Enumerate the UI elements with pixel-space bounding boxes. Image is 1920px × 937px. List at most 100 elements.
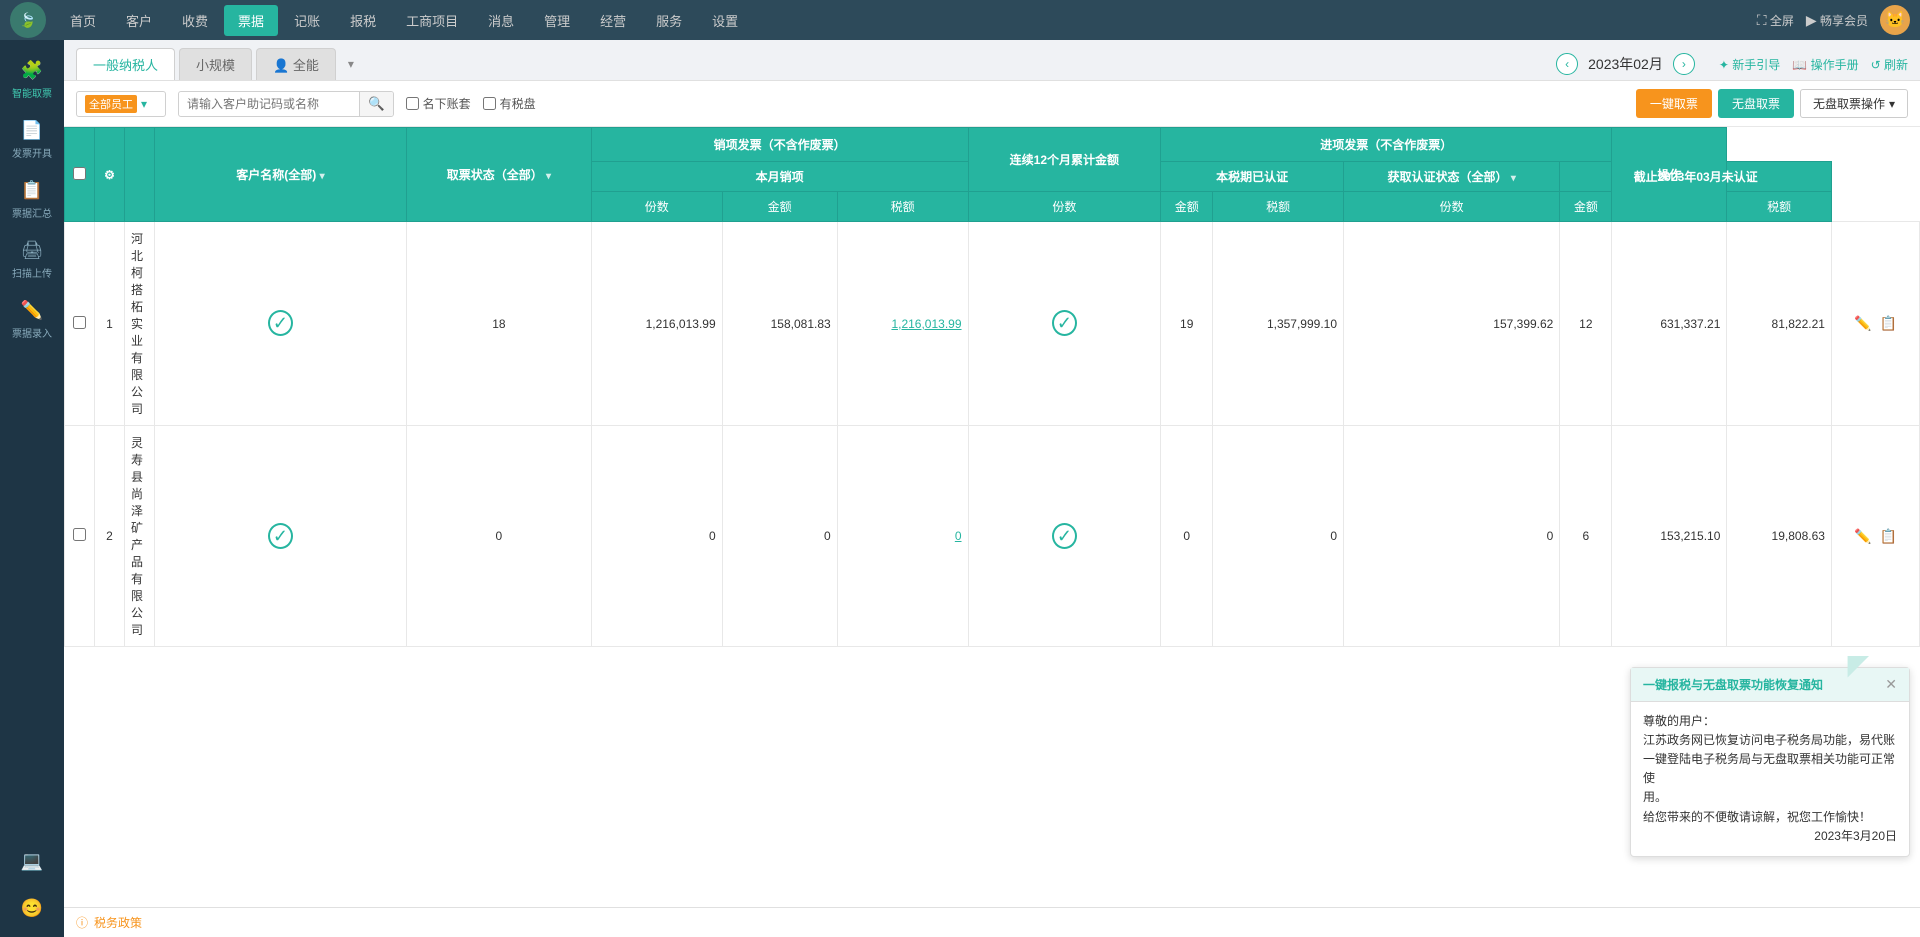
- new-guide-link[interactable]: ✦ 新手引导: [1719, 56, 1780, 73]
- nav-tax[interactable]: 报税: [336, 5, 390, 36]
- manual-icon: 📖: [1792, 58, 1807, 72]
- row-checkbox-1[interactable]: [65, 426, 95, 647]
- row-month-count-0: 18: [406, 222, 591, 426]
- notification-wing: ◤: [1847, 648, 1869, 681]
- check-account-label: 名下账套: [423, 95, 471, 112]
- detail-icon-0[interactable]: 📋: [1879, 315, 1896, 332]
- nav-customer[interactable]: 客户: [112, 5, 166, 36]
- next-month-btn[interactable]: ›: [1673, 53, 1695, 75]
- prev-month-btn[interactable]: ‹: [1556, 53, 1578, 75]
- nav-bookkeeping[interactable]: 记账: [280, 5, 334, 36]
- th-amount3: 金额: [1560, 192, 1612, 222]
- summary-icon: 📋: [21, 180, 43, 201]
- tab-general-taxpayer[interactable]: 一般纳税人: [76, 48, 175, 80]
- edit-icon-0[interactable]: ✏️: [1854, 315, 1871, 332]
- row-customer-0: 河北柯搭柘实业有限公司: [125, 222, 155, 426]
- nav-manage[interactable]: 管理: [530, 5, 584, 36]
- th-checkbox: [65, 128, 95, 222]
- edit-icon-1[interactable]: ✏️: [1854, 528, 1871, 545]
- invoice-open-icon: 📄: [21, 120, 43, 141]
- search-input[interactable]: [179, 93, 359, 115]
- tax-policy-icon: ⓘ: [76, 914, 88, 931]
- avatar[interactable]: 🐱: [1880, 5, 1910, 35]
- nav-service[interactable]: 服务: [642, 5, 696, 36]
- cert-check-icon: ✓: [1052, 310, 1077, 336]
- sidebar: 🧩 智能取票 📄 发票开具 📋 票据汇总 🖨 扫描上传 ✏️ 票据录入 💻 😊: [0, 40, 64, 937]
- row-cert-tax-1: 0: [1344, 426, 1560, 647]
- row-customer-1: 灵寿县尚泽矿产品有限公司: [125, 426, 155, 647]
- no-disk-btn[interactable]: 无盘取票: [1718, 89, 1794, 118]
- tax-policy-link[interactable]: 税务政策: [94, 914, 142, 931]
- tab-all-icon: 👤: [273, 58, 289, 73]
- check-account-group: 名下账套: [406, 95, 471, 112]
- select-all-checkbox[interactable]: [73, 167, 86, 180]
- row-month-count-1: 0: [406, 426, 591, 647]
- notification-title: 一键报税与无盘取票功能恢复通知: [1643, 676, 1823, 693]
- invoice-table: ⚙ 客户名称(全部) ▾ 取票状态（全部） ▾ 销项发票（不含作废票） 连续12…: [64, 127, 1920, 647]
- row-status-0: ✓: [155, 222, 407, 426]
- sidebar-item-invoice-open[interactable]: 📄 发票开具: [0, 110, 64, 170]
- refresh-icon: ↺: [1871, 58, 1881, 72]
- employee-select[interactable]: 全部员工 ▾: [76, 91, 166, 117]
- detail-icon-1[interactable]: 📋: [1879, 528, 1896, 545]
- notification-line1: 尊敬的用户：: [1643, 712, 1897, 731]
- row-uncert-amount-0: 631,337.21: [1612, 222, 1727, 426]
- nav-right-actions: ⛶ 全屏 ▶ 畅享会员 🐱: [1757, 5, 1910, 35]
- sidebar-item-summary[interactable]: 📋 票据汇总: [0, 170, 64, 230]
- tab-more-btn[interactable]: ▾: [340, 51, 362, 77]
- manual-link[interactable]: 📖 操作手册: [1792, 56, 1858, 73]
- nav-message[interactable]: 消息: [474, 5, 528, 36]
- sidebar-item-smart-ticket[interactable]: 🧩 智能取票: [0, 50, 64, 110]
- member-btn[interactable]: ▶ 畅享会员: [1806, 12, 1868, 29]
- nav-home[interactable]: 首页: [56, 5, 110, 36]
- notification-close-btn[interactable]: ✕: [1885, 676, 1897, 693]
- th-tax3: 税额: [1727, 192, 1832, 222]
- row-actions-0: ✏️ 📋: [1831, 222, 1919, 426]
- table-row: 1 河北柯搭柘实业有限公司 ✓ 18 1,216,013.99 158,081.…: [65, 222, 1920, 426]
- cert-status-filter-icon[interactable]: ▾: [1511, 173, 1516, 184]
- nav-invoice[interactable]: 票据: [224, 5, 278, 36]
- row-num-1: 2: [95, 426, 125, 647]
- tabs-bar: 一般纳税人 小规模 👤 全能 ▾ ‹ 2023年02月 › ✦ 新手引导 📖: [64, 40, 1920, 81]
- one-click-btn[interactable]: 一键取票: [1636, 89, 1712, 118]
- entry-icon: ✏️: [21, 300, 43, 321]
- sidebar-label-summary: 票据汇总: [12, 205, 52, 220]
- tab-small-scale[interactable]: 小规模: [179, 48, 252, 80]
- th-amount2: 金额: [1161, 192, 1213, 222]
- row-cert-amount-0: 1,357,999.10: [1213, 222, 1344, 426]
- row-num-0: 1: [95, 222, 125, 426]
- row-uncert-count-0: 12: [1560, 222, 1612, 426]
- has-tax-checkbox[interactable]: [483, 97, 496, 110]
- status-check-icon: ✓: [268, 310, 293, 336]
- th-tax2: 税额: [1213, 192, 1344, 222]
- search-button[interactable]: 🔍: [359, 92, 393, 116]
- row-uncert-tax-0: 81,822.21: [1727, 222, 1832, 426]
- th-count3: 份数: [1344, 192, 1560, 222]
- refresh-link[interactable]: ↺ 刷新: [1871, 56, 1908, 73]
- row-checkbox-0[interactable]: [65, 222, 95, 426]
- search-box: 🔍: [178, 91, 394, 117]
- nav-settings[interactable]: 设置: [698, 5, 752, 36]
- notification-body: 尊敬的用户： 江苏政务网已恢复访问电子税务局功能，易代账一键登陆电子税务局与无盘…: [1631, 702, 1909, 856]
- customer-filter-icon[interactable]: ▾: [320, 171, 325, 182]
- check-account-checkbox[interactable]: [406, 97, 419, 110]
- tab-all[interactable]: 👤 全能: [256, 48, 336, 80]
- nav-billing[interactable]: 收费: [168, 5, 222, 36]
- status-filter-icon[interactable]: ▾: [546, 171, 551, 182]
- row-uncert-amount-1: 153,215.10: [1612, 426, 1727, 647]
- more-ops-btn[interactable]: 无盘取票操作 ▾: [1800, 89, 1908, 118]
- nav-operate[interactable]: 经营: [586, 5, 640, 36]
- fullscreen-btn[interactable]: ⛶ 全屏: [1757, 12, 1794, 29]
- sidebar-item-scan[interactable]: 🖨 扫描上传: [0, 230, 64, 290]
- th-customer: 客户名称(全部) ▾: [155, 128, 407, 222]
- sidebar-help-icon[interactable]: 😊: [13, 890, 51, 927]
- sidebar-item-entry[interactable]: ✏️ 票据录入: [0, 290, 64, 350]
- nav-business[interactable]: 工商项目: [392, 5, 472, 36]
- row-month-tax-1: 0: [722, 426, 837, 647]
- th-count1: 份数: [591, 192, 722, 222]
- row-consecutive-0: 1,216,013.99: [837, 222, 968, 426]
- nav-menu: 首页 客户 收费 票据 记账 报税 工商项目 消息 管理 经营 服务 设置: [56, 5, 1757, 36]
- notification-line3: 用。: [1643, 788, 1897, 807]
- sidebar-monitor-icon[interactable]: 💻: [13, 843, 51, 880]
- sidebar-label-invoice-open: 发票开具: [12, 145, 52, 160]
